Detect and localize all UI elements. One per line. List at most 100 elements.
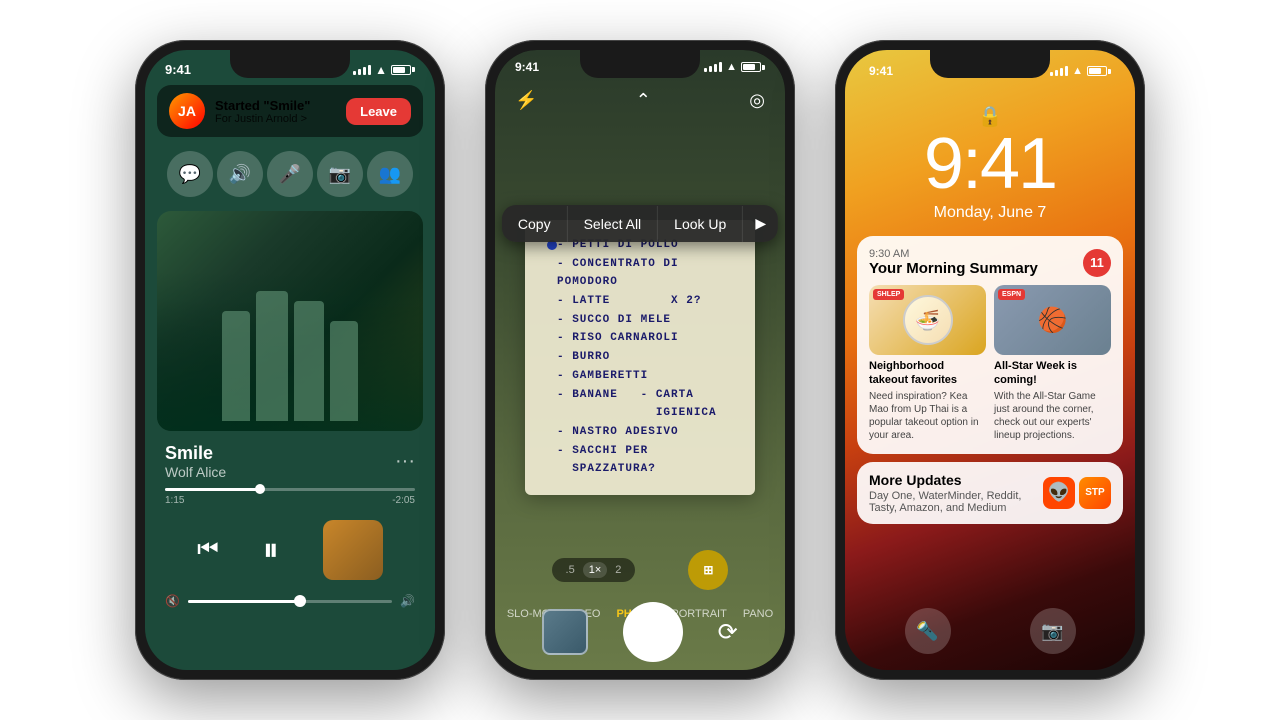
remaining-time: -2:05: [392, 495, 415, 506]
sig3: [1060, 68, 1063, 76]
album-art: [157, 211, 423, 431]
zoom-controls: .5 1× 2: [552, 558, 636, 582]
battery-tip-2: [762, 65, 765, 70]
camera-top-controls: ⚡ ⌃ ◎: [495, 90, 785, 111]
video-button[interactable]: 📷: [317, 151, 363, 197]
zoom-2x[interactable]: 2: [609, 562, 627, 578]
more-options-button[interactable]: ···: [395, 450, 415, 473]
progress-section: 1:15 -2:05: [145, 484, 435, 510]
notch-3: [930, 50, 1050, 78]
phone-3-content: 9:41 ▲: [845, 50, 1135, 670]
signal-bar-2: [358, 69, 361, 75]
volume-min-icon: 🔇: [165, 594, 180, 608]
volume-thumb: [294, 595, 306, 607]
note-content: - PETTI DI POLLO - CONCENTRATO DI POMODO…: [525, 220, 755, 495]
shutter-button[interactable]: [623, 602, 683, 662]
battery-icon-1: [391, 65, 415, 75]
look-up-menu-item[interactable]: Look Up: [658, 206, 743, 242]
battery-fill-3: [1089, 68, 1101, 74]
notification-header: 9:30 AM Your Morning Summary 11: [869, 248, 1111, 277]
reddit-logo: 👽: [1048, 482, 1070, 503]
step-text: STP: [1085, 487, 1104, 498]
message-button[interactable]: 💬: [167, 151, 213, 197]
sports-emoji: 🏀: [1038, 306, 1068, 335]
news-card-1[interactable]: SHLEP 🍜 Neighborhood takeout favorites N…: [869, 285, 986, 442]
pause-button[interactable]: ⏸: [263, 531, 279, 569]
more-menu-item[interactable]: ▶: [743, 205, 778, 242]
time-stamps: 1:15 -2:05: [165, 495, 415, 506]
avatar-initials: JA: [178, 103, 196, 119]
battery-tip-1: [412, 67, 415, 72]
sig4: [1065, 66, 1068, 76]
call-title: Started "Smile": [215, 98, 310, 113]
copy-menu-item[interactable]: Copy: [502, 206, 568, 242]
food-emoji: 🍜: [915, 308, 940, 333]
volume-max-icon: 🔊: [400, 594, 415, 608]
phone-1-screen: 9:41 ▲: [145, 50, 435, 670]
wifi-icon-1: ▲: [375, 63, 387, 77]
note-line-4: - SUCCO DI MELE: [557, 311, 737, 330]
news-headline-1: Neighborhood takeout favorites: [869, 359, 986, 388]
more-updates-body: Day One, WaterMinder, Reddit, Tasty, Ama…: [869, 490, 1043, 514]
news-card-2[interactable]: ESPN 🏀 All-Star Week is coming! With the…: [994, 285, 1111, 442]
s4: [719, 62, 722, 72]
volume-control: 🔇 🔊: [145, 590, 435, 612]
song-info: Smile Wolf Alice ···: [145, 435, 435, 484]
s2: [709, 66, 712, 72]
s1: [704, 68, 707, 72]
speaker-button[interactable]: 🔊: [217, 151, 263, 197]
phone-1-content: 9:41 ▲: [145, 50, 435, 670]
morning-summary-notification[interactable]: 9:30 AM Your Morning Summary 11 SHLEP 🍜: [857, 236, 1123, 454]
phone-2-content: 9:41 ▲: [495, 50, 785, 670]
note-line-9: IGIENICA: [557, 404, 737, 423]
person-4: [330, 321, 358, 421]
progress-thumb: [255, 484, 265, 494]
chevron-up-icon[interactable]: ⌃: [636, 90, 651, 111]
mic-button[interactable]: 🎤: [267, 151, 313, 197]
camera-button[interactable]: 📷: [1030, 608, 1076, 654]
battery-tip-3: [1108, 69, 1111, 74]
news-body-2: With the All-Star Game just around the c…: [994, 390, 1111, 442]
select-all-menu-item[interactable]: Select All: [568, 206, 659, 242]
flash-icon[interactable]: ⚡: [515, 90, 537, 111]
progress-bar[interactable]: [165, 488, 415, 491]
sig2: [1055, 70, 1058, 76]
live-text-button[interactable]: ⊞: [688, 550, 728, 590]
news-tag-2: ESPN: [998, 289, 1025, 300]
volume-bar[interactable]: [188, 600, 392, 603]
call-banner: JA Started "Smile" For Justin Arnold > L…: [157, 85, 423, 137]
avatar: JA: [169, 93, 205, 129]
reddit-icon: 👽: [1043, 477, 1075, 509]
rewind-button[interactable]: ⏮: [197, 536, 219, 564]
elapsed-time: 1:15: [165, 495, 184, 506]
people-button[interactable]: 👥: [367, 151, 413, 197]
live-photo-icon[interactable]: ◎: [749, 90, 765, 111]
rotate-icon[interactable]: ⟳: [718, 618, 738, 647]
progress-fill: [165, 488, 260, 491]
photo-thumbnail[interactable]: [542, 609, 588, 655]
news-image-1: SHLEP 🍜: [869, 285, 986, 355]
news-body-1: Need inspiration? Kea Mao from Up Thai i…: [869, 390, 986, 442]
zoom-0.5[interactable]: .5: [560, 562, 581, 578]
note-line-12: SPAZZATURA?: [557, 460, 737, 479]
more-updates-notification[interactable]: More Updates Day One, WaterMinder, Reddi…: [857, 462, 1123, 524]
more-updates-title: More Updates: [869, 472, 1043, 488]
time-1: 9:41: [165, 62, 191, 77]
phone-2-screen: 9:41 ▲: [495, 50, 785, 670]
zoom-1x[interactable]: 1×: [583, 562, 608, 578]
note-text: - PETTI DI POLLO - CONCENTRATO DI POMODO…: [557, 236, 737, 479]
status-icons-1: ▲: [353, 63, 415, 77]
note-line-8: - BANANE - CARTA: [557, 386, 737, 405]
leave-button[interactable]: Leave: [346, 98, 411, 125]
flashlight-button[interactable]: 🔦: [905, 608, 951, 654]
lock-screen-date: Monday, June 7: [845, 204, 1135, 222]
battery-fill-1: [393, 67, 405, 73]
volume-fill: [188, 600, 300, 603]
sig1: [1050, 72, 1053, 76]
status-icons-2: ▲: [704, 61, 765, 73]
song-title: Smile: [165, 443, 226, 464]
notification-title: Your Morning Summary: [869, 260, 1038, 277]
news-headline-2: All-Star Week is coming!: [994, 359, 1111, 388]
signal-bar-4: [368, 65, 371, 75]
note-line-10: - NASTRO ADESIVO: [557, 423, 737, 442]
